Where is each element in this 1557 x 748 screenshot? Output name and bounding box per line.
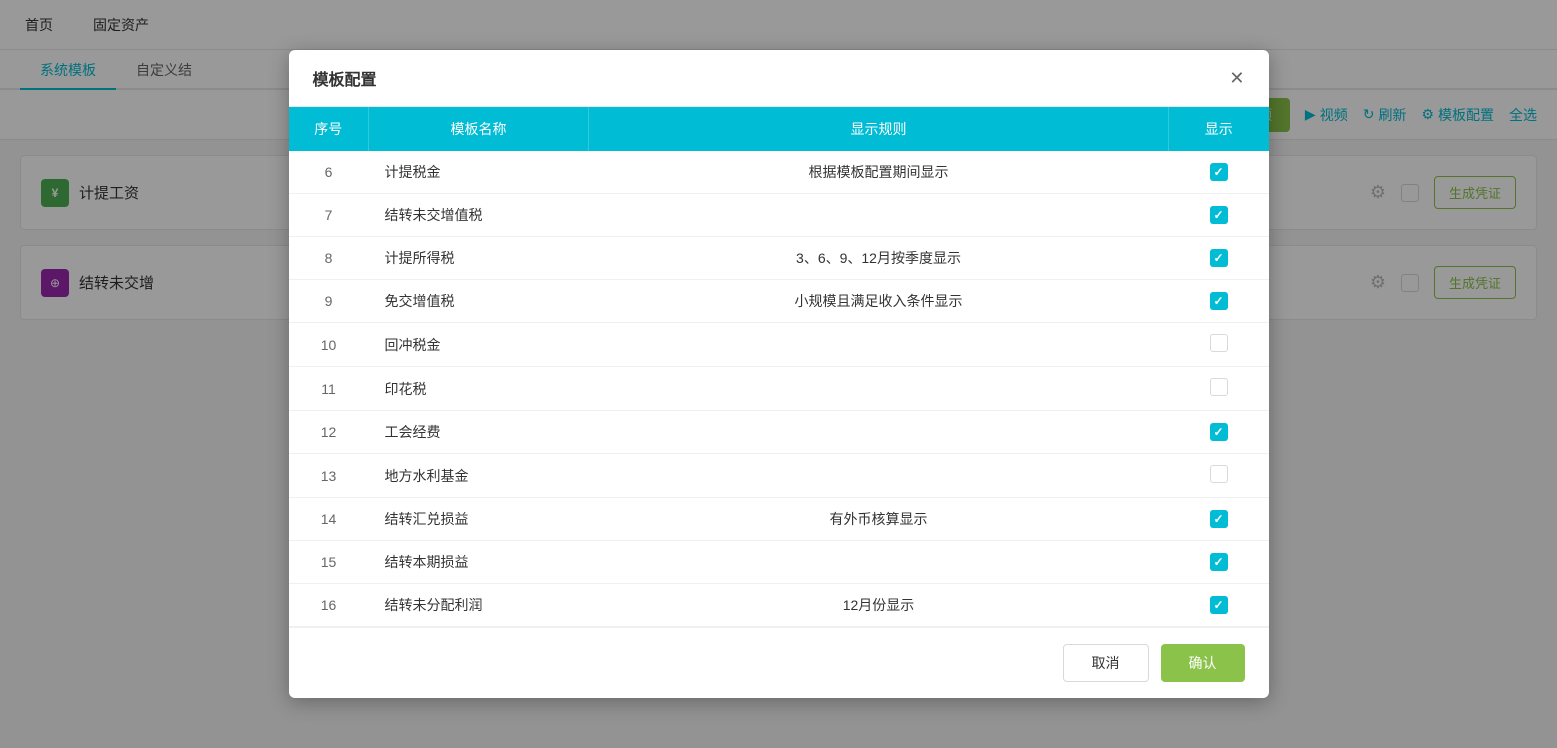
cell-rule bbox=[589, 541, 1169, 584]
cell-name: 工会经费 bbox=[369, 411, 589, 454]
modal-overlay: 模板配置 ✕ 序号 模板名称 显示规则 显示 6计提税金根据模板配置期间显示7结… bbox=[0, 0, 1557, 748]
modal-header: 模板配置 ✕ bbox=[289, 50, 1269, 107]
cell-rule: 小规模且满足收入条件显示 bbox=[589, 280, 1169, 323]
cell-seq: 8 bbox=[289, 237, 369, 280]
table-row: 13地方水利基金 bbox=[289, 454, 1269, 498]
cell-name: 结转本期损益 bbox=[369, 541, 589, 584]
checkbox-checked[interactable] bbox=[1210, 206, 1228, 224]
checkbox-unchecked[interactable] bbox=[1210, 334, 1228, 352]
modal-close-button[interactable]: ✕ bbox=[1229, 69, 1244, 87]
col-header-name: 模板名称 bbox=[369, 107, 589, 151]
checkbox-checked[interactable] bbox=[1210, 553, 1228, 571]
cell-seq: 10 bbox=[289, 323, 369, 367]
modal-table: 序号 模板名称 显示规则 显示 6计提税金根据模板配置期间显示7结转未交增值税8… bbox=[289, 107, 1269, 627]
cell-name: 免交增值税 bbox=[369, 280, 589, 323]
cell-seq: 12 bbox=[289, 411, 369, 454]
modal-body: 序号 模板名称 显示规则 显示 6计提税金根据模板配置期间显示7结转未交增值税8… bbox=[289, 107, 1269, 627]
checkbox-checked[interactable] bbox=[1210, 510, 1228, 528]
cell-name: 印花税 bbox=[369, 367, 589, 411]
table-row: 6计提税金根据模板配置期间显示 bbox=[289, 151, 1269, 194]
modal-title: 模板配置 bbox=[313, 66, 377, 90]
cell-seq: 15 bbox=[289, 541, 369, 584]
cell-rule bbox=[589, 367, 1169, 411]
cell-rule: 3、6、9、12月按季度显示 bbox=[589, 237, 1169, 280]
table-row: 15结转本期损益 bbox=[289, 541, 1269, 584]
table-row: 9免交增值税小规模且满足收入条件显示 bbox=[289, 280, 1269, 323]
table-header-row: 序号 模板名称 显示规则 显示 bbox=[289, 107, 1269, 151]
cell-seq: 14 bbox=[289, 498, 369, 541]
modal-template-config: 模板配置 ✕ 序号 模板名称 显示规则 显示 6计提税金根据模板配置期间显示7结… bbox=[289, 50, 1269, 698]
cell-seq: 6 bbox=[289, 151, 369, 194]
table-row: 7结转未交增值税 bbox=[289, 194, 1269, 237]
cell-rule bbox=[589, 411, 1169, 454]
cell-name: 结转未交增值税 bbox=[369, 194, 589, 237]
table-row: 8计提所得税3、6、9、12月按季度显示 bbox=[289, 237, 1269, 280]
cell-checkbox[interactable] bbox=[1169, 367, 1269, 411]
checkbox-unchecked[interactable] bbox=[1210, 465, 1228, 483]
cell-seq: 16 bbox=[289, 584, 369, 627]
cell-checkbox[interactable] bbox=[1169, 194, 1269, 237]
cell-rule bbox=[589, 194, 1169, 237]
cell-checkbox[interactable] bbox=[1169, 237, 1269, 280]
cell-rule: 根据模板配置期间显示 bbox=[589, 151, 1169, 194]
cell-rule: 12月份显示 bbox=[589, 584, 1169, 627]
cancel-button[interactable]: 取消 bbox=[1063, 644, 1149, 682]
cell-rule: 有外币核算显示 bbox=[589, 498, 1169, 541]
cell-seq: 9 bbox=[289, 280, 369, 323]
cell-checkbox[interactable] bbox=[1169, 454, 1269, 498]
col-header-display: 显示 bbox=[1169, 107, 1269, 151]
checkbox-checked[interactable] bbox=[1210, 163, 1228, 181]
cell-seq: 7 bbox=[289, 194, 369, 237]
confirm-button[interactable]: 确认 bbox=[1161, 644, 1245, 682]
checkbox-checked[interactable] bbox=[1210, 292, 1228, 310]
table-row: 10回冲税金 bbox=[289, 323, 1269, 367]
col-header-seq: 序号 bbox=[289, 107, 369, 151]
checkbox-checked[interactable] bbox=[1210, 596, 1228, 614]
cell-rule bbox=[589, 323, 1169, 367]
cell-seq: 11 bbox=[289, 367, 369, 411]
cell-checkbox[interactable] bbox=[1169, 151, 1269, 194]
checkbox-checked[interactable] bbox=[1210, 423, 1228, 441]
cell-name: 地方水利基金 bbox=[369, 454, 589, 498]
checkbox-checked[interactable] bbox=[1210, 249, 1228, 267]
cell-rule bbox=[589, 454, 1169, 498]
cell-name: 回冲税金 bbox=[369, 323, 589, 367]
cell-checkbox[interactable] bbox=[1169, 584, 1269, 627]
table-row: 16结转未分配利润12月份显示 bbox=[289, 584, 1269, 627]
cell-checkbox[interactable] bbox=[1169, 541, 1269, 584]
cell-name: 计提所得税 bbox=[369, 237, 589, 280]
cell-checkbox[interactable] bbox=[1169, 498, 1269, 541]
cell-name: 计提税金 bbox=[369, 151, 589, 194]
cell-checkbox[interactable] bbox=[1169, 280, 1269, 323]
cell-seq: 13 bbox=[289, 454, 369, 498]
table-row: 12工会经费 bbox=[289, 411, 1269, 454]
cell-checkbox[interactable] bbox=[1169, 411, 1269, 454]
col-header-rule: 显示规则 bbox=[589, 107, 1169, 151]
modal-footer: 取消 确认 bbox=[289, 627, 1269, 698]
cell-checkbox[interactable] bbox=[1169, 323, 1269, 367]
table-row: 14结转汇兑损益有外币核算显示 bbox=[289, 498, 1269, 541]
cell-name: 结转汇兑损益 bbox=[369, 498, 589, 541]
checkbox-unchecked[interactable] bbox=[1210, 378, 1228, 396]
table-row: 11印花税 bbox=[289, 367, 1269, 411]
cell-name: 结转未分配利润 bbox=[369, 584, 589, 627]
